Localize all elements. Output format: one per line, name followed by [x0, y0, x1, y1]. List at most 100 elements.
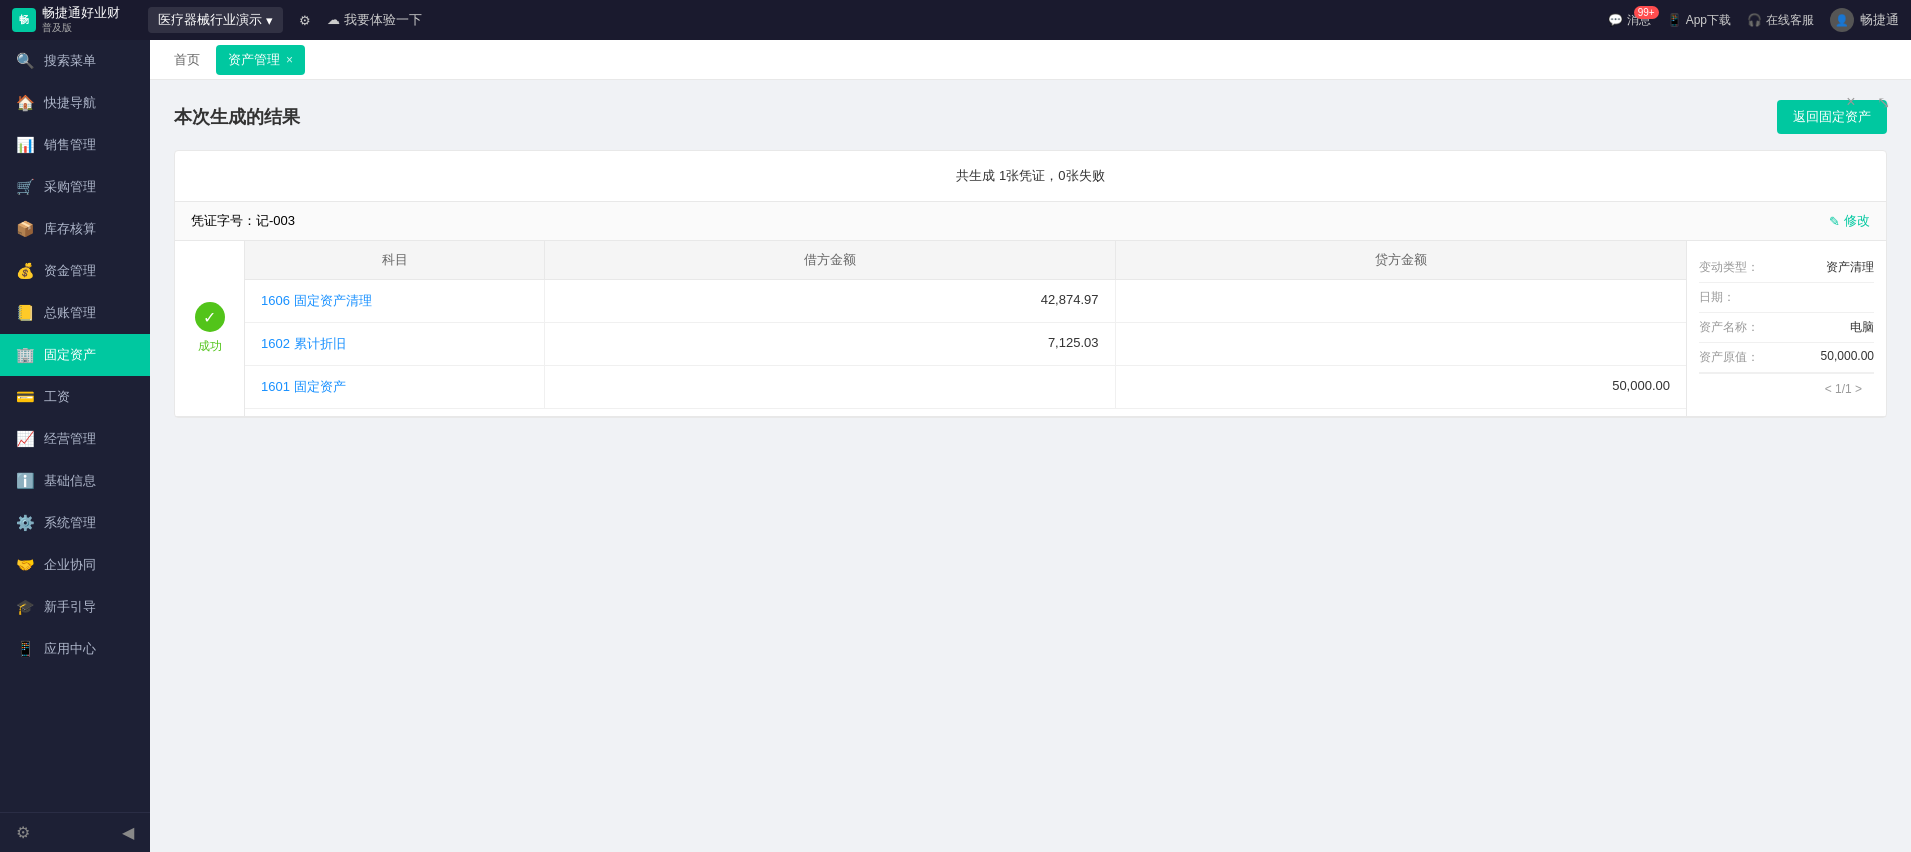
header-left: 畅 畅捷通好业财 普及版 医疗器械行业演示 ▾ ⚙ ☁ 我要体验一下: [12, 5, 422, 35]
sidebar-item-label: 固定资产: [44, 346, 96, 364]
headset-icon: 🎧: [1747, 13, 1762, 27]
voucher-header: 凭证字号：记-003 ✎ 修改: [175, 202, 1886, 241]
sidebar-item-search-menu[interactable]: 🔍 搜索菜单: [0, 40, 150, 82]
sidebar-bottom: ⚙ ◀: [0, 812, 150, 852]
customer-service-label: 在线客服: [1766, 12, 1814, 29]
sidebar-item-payroll[interactable]: 💳 工资: [0, 376, 150, 418]
user-info[interactable]: 👤 畅捷通: [1830, 8, 1899, 32]
pagination[interactable]: < 1/1 >: [1699, 373, 1874, 404]
col-debit: 借方金额: [545, 241, 1116, 279]
sidebar-item-label: 搜索菜单: [44, 52, 96, 70]
tab-home[interactable]: 首页: [166, 51, 208, 69]
search-icon: 🔍: [16, 52, 34, 70]
main-layout: 🔍 搜索菜单 🏠 快捷导航 📊 销售管理 🛒 采购管理 📦 库存核算 💰: [0, 40, 1911, 852]
voucher-table: 科目 借方金额 贷方金额 1606 固定资产清理 42,874.97: [245, 241, 1686, 416]
sidebar-item-basic-info[interactable]: ℹ️ 基础信息: [0, 460, 150, 502]
col-subject: 科目: [245, 241, 545, 279]
card-icon: 💳: [16, 388, 34, 406]
close-window-button[interactable]: ×: [1839, 90, 1863, 114]
sidebar-item-operations[interactable]: 📈 经营管理: [0, 418, 150, 460]
sidebar-item-label: 采购管理: [44, 178, 96, 196]
sidebar-item-ledger[interactable]: 📒 总账管理: [0, 292, 150, 334]
company-name: 医疗器械行业演示: [158, 11, 262, 29]
avatar: 👤: [1830, 8, 1854, 32]
sidebar-item-system[interactable]: ⚙️ 系统管理: [0, 502, 150, 544]
change-type-row: 变动类型： 资产清理: [1699, 253, 1874, 283]
original-value-value: 50,000.00: [1821, 349, 1874, 366]
original-value-row: 资产原值： 50,000.00: [1699, 343, 1874, 373]
window-controls: × ⤡: [1839, 90, 1895, 114]
top-header: 畅 畅捷通好业财 普及版 医疗器械行业演示 ▾ ⚙ ☁ 我要体验一下 💬 消息 …: [0, 0, 1911, 40]
table-row: 1602 累计折旧 7,125.03: [245, 323, 1686, 366]
sidebar-item-label: 总账管理: [44, 304, 96, 322]
row3-credit: 50,000.00: [1116, 366, 1687, 408]
sidebar-item-label: 销售管理: [44, 136, 96, 154]
home-icon: 🏠: [16, 94, 34, 112]
brand-info: 畅捷通好业财 普及版: [42, 5, 120, 35]
sidebar-item-enterprise[interactable]: 🤝 企业协同: [0, 544, 150, 586]
sidebar-item-guide[interactable]: 🎓 新手引导: [0, 586, 150, 628]
chart-icon: 📊: [16, 136, 34, 154]
sidebar-item-label: 库存核算: [44, 220, 96, 238]
settings-icon[interactable]: ⚙: [291, 6, 319, 34]
table-row: 1601 固定资产 50,000.00: [245, 366, 1686, 409]
handshake-icon: 🤝: [16, 556, 34, 574]
edit-button[interactable]: ✎ 修改: [1829, 212, 1870, 230]
message-action[interactable]: 💬 消息 99+: [1608, 12, 1651, 29]
message-icon: 💬: [1608, 13, 1623, 27]
col-credit: 贷方金额: [1116, 241, 1687, 279]
message-badge: 99+: [1634, 6, 1659, 19]
experience-button[interactable]: ☁ 我要体验一下: [327, 11, 422, 29]
cart-icon: 🛒: [16, 178, 34, 196]
building-icon: 🏢: [16, 346, 34, 364]
sidebar-item-label: 应用中心: [44, 640, 96, 658]
apps-icon: 📱: [16, 640, 34, 658]
sidebar-item-label: 新手引导: [44, 598, 96, 616]
sidebar-item-purchase[interactable]: 🛒 采购管理: [0, 166, 150, 208]
success-label: 成功: [198, 338, 222, 355]
row1-account: 1606 固定资产清理: [245, 280, 545, 322]
expand-window-button[interactable]: ⤡: [1871, 90, 1895, 114]
sidebar-item-funds[interactable]: 💰 资金管理: [0, 250, 150, 292]
ledger-icon: 📒: [16, 304, 34, 322]
sidebar-item-quick-nav[interactable]: 🏠 快捷导航: [0, 82, 150, 124]
graph-icon: 📈: [16, 430, 34, 448]
brand-icon-text: 畅: [19, 13, 29, 27]
change-type-label: 变动类型：: [1699, 259, 1759, 276]
sidebar-item-label: 快捷导航: [44, 94, 96, 112]
company-selector[interactable]: 医疗器械行业演示 ▾: [148, 7, 283, 33]
row3-account: 1601 固定资产: [245, 366, 545, 408]
experience-label: ☁ 我要体验一下: [327, 11, 422, 29]
sidebar-item-sales[interactable]: 📊 销售管理: [0, 124, 150, 166]
side-panel: 变动类型： 资产清理 日期： 资产名称： 电脑: [1686, 241, 1886, 416]
sidebar-item-label: 企业协同: [44, 556, 96, 574]
tab-close-icon[interactable]: ×: [286, 53, 293, 67]
sidebar-item-fixed-assets[interactable]: 🏢 固定资产: [0, 334, 150, 376]
date-label: 日期：: [1699, 289, 1735, 306]
money-icon: 💰: [16, 262, 34, 280]
page-header: 本次生成的结果 返回固定资产: [174, 100, 1887, 134]
voucher-id: 凭证字号：记-003: [191, 212, 295, 230]
brand-icon: 畅: [12, 8, 36, 32]
app-download-action[interactable]: 📱 App下载: [1667, 12, 1731, 29]
gear-icon: ⚙️: [16, 514, 34, 532]
success-icon: ✓: [195, 302, 225, 332]
collapse-icon[interactable]: ◀: [122, 823, 134, 842]
row2-credit: [1116, 323, 1687, 365]
row1-credit: [1116, 280, 1687, 322]
app-icon: 📱: [1667, 13, 1682, 27]
tab-asset-management[interactable]: 资产管理 ×: [216, 45, 305, 75]
username: 畅捷通: [1860, 11, 1899, 29]
change-type-value: 资产清理: [1826, 259, 1874, 276]
customer-service-action[interactable]: 🎧 在线客服: [1747, 12, 1814, 29]
row3-debit: [545, 366, 1116, 408]
dropdown-icon: ▾: [266, 13, 273, 28]
table-row: 1606 固定资产清理 42,874.97: [245, 280, 1686, 323]
tab-label: 资产管理: [228, 51, 280, 69]
tab-bar: 首页 资产管理 ×: [150, 40, 1911, 80]
settings-bottom-icon[interactable]: ⚙: [16, 823, 30, 842]
sidebar-item-app-center[interactable]: 📱 应用中心: [0, 628, 150, 670]
sidebar-item-inventory[interactable]: 📦 库存核算: [0, 208, 150, 250]
date-row: 日期：: [1699, 283, 1874, 313]
asset-name-row: 资产名称： 电脑: [1699, 313, 1874, 343]
